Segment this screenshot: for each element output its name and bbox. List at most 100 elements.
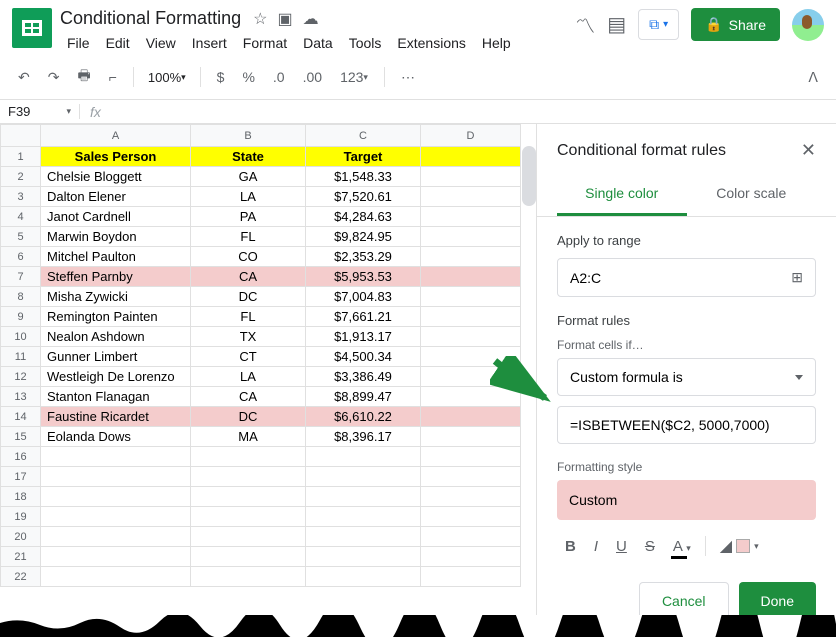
cell[interactable]: $7,661.21 — [306, 307, 421, 327]
row-header-13[interactable]: 13 — [1, 387, 41, 407]
sheets-logo[interactable] — [12, 8, 52, 48]
menu-tools[interactable]: Tools — [342, 31, 389, 55]
cell[interactable] — [421, 367, 521, 387]
formula-input[interactable]: =ISBETWEEN($C2, 5000,7000) — [557, 406, 816, 444]
tab-color-scale[interactable]: Color scale — [687, 173, 817, 216]
cell[interactable] — [421, 467, 521, 487]
cell[interactable] — [191, 507, 306, 527]
cell[interactable]: State — [191, 147, 306, 167]
cell[interactable] — [306, 567, 421, 587]
cell[interactable]: Mitchel Paulton — [41, 247, 191, 267]
cell[interactable] — [421, 187, 521, 207]
cell[interactable] — [306, 547, 421, 567]
cell[interactable] — [421, 207, 521, 227]
cell[interactable] — [41, 507, 191, 527]
cell[interactable] — [421, 447, 521, 467]
cell[interactable] — [41, 447, 191, 467]
cell[interactable]: Target — [306, 147, 421, 167]
cell[interactable] — [421, 287, 521, 307]
cell[interactable] — [421, 567, 521, 587]
cell[interactable]: FL — [191, 307, 306, 327]
cell[interactable]: CA — [191, 387, 306, 407]
present-button[interactable]: ⧉ ▾ — [638, 9, 679, 40]
row-header-2[interactable]: 2 — [1, 167, 41, 187]
cell[interactable]: Westleigh De Lorenzo — [41, 367, 191, 387]
cell[interactable] — [421, 427, 521, 447]
cell[interactable] — [421, 487, 521, 507]
cell[interactable]: Dalton Elener — [41, 187, 191, 207]
cell[interactable]: $6,610.22 — [306, 407, 421, 427]
row-header-16[interactable]: 16 — [1, 447, 41, 467]
cell[interactable]: Gunner Limbert — [41, 347, 191, 367]
bold-button[interactable]: B — [557, 532, 584, 561]
row-header-11[interactable]: 11 — [1, 347, 41, 367]
fill-color-button[interactable]: ◢▾ — [712, 530, 767, 562]
underline-button[interactable]: U — [608, 532, 635, 561]
cell[interactable] — [41, 487, 191, 507]
cell[interactable] — [41, 547, 191, 567]
cell[interactable]: Marwin Boydon — [41, 227, 191, 247]
cell[interactable]: Steffen Parnby — [41, 267, 191, 287]
cell[interactable]: $1,913.17 — [306, 327, 421, 347]
menu-file[interactable]: File — [60, 31, 97, 55]
menu-extensions[interactable]: Extensions — [390, 31, 472, 55]
undo-button[interactable]: ↶ — [12, 65, 36, 90]
row-header-17[interactable]: 17 — [1, 467, 41, 487]
cell[interactable]: $2,353.29 — [306, 247, 421, 267]
menu-format[interactable]: Format — [236, 31, 294, 55]
move-icon[interactable]: ▣ — [277, 9, 292, 29]
cell[interactable]: FL — [191, 227, 306, 247]
more-formats-button[interactable]: 123 ▾ — [334, 65, 374, 89]
row-header-3[interactable]: 3 — [1, 187, 41, 207]
cell[interactable]: CO — [191, 247, 306, 267]
row-header-5[interactable]: 5 — [1, 227, 41, 247]
cell[interactable] — [191, 487, 306, 507]
menu-view[interactable]: View — [139, 31, 183, 55]
cell[interactable] — [421, 247, 521, 267]
cell[interactable] — [421, 307, 521, 327]
cell[interactable] — [306, 527, 421, 547]
name-box[interactable]: F39▾ — [0, 104, 80, 119]
row-header-19[interactable]: 19 — [1, 507, 41, 527]
cell[interactable]: $9,824.95 — [306, 227, 421, 247]
star-icon[interactable]: ☆ — [253, 9, 267, 29]
account-avatar[interactable] — [792, 9, 824, 41]
zoom-select[interactable]: 100% ▾ — [144, 68, 190, 87]
document-title[interactable]: Conditional Formatting — [60, 8, 241, 29]
cell[interactable] — [191, 467, 306, 487]
vertical-scrollbar[interactable] — [522, 146, 536, 206]
cell[interactable]: Eolanda Dows — [41, 427, 191, 447]
cell[interactable] — [421, 147, 521, 167]
row-header-22[interactable]: 22 — [1, 567, 41, 587]
style-preview[interactable]: Custom — [557, 480, 816, 520]
share-button[interactable]: 🔒 Share — [691, 8, 780, 41]
cell[interactable] — [306, 447, 421, 467]
cell[interactable] — [306, 487, 421, 507]
select-all-corner[interactable] — [1, 125, 41, 147]
cell[interactable] — [421, 547, 521, 567]
currency-button[interactable]: $ — [211, 65, 231, 89]
cell[interactable] — [421, 347, 521, 367]
row-header-10[interactable]: 10 — [1, 327, 41, 347]
cell[interactable] — [421, 227, 521, 247]
row-header-21[interactable]: 21 — [1, 547, 41, 567]
more-toolbar-button[interactable]: ⋯ — [395, 65, 421, 90]
comments-icon[interactable]: ▤ — [607, 12, 626, 37]
cell[interactable] — [41, 567, 191, 587]
cell[interactable] — [421, 527, 521, 547]
row-header-8[interactable]: 8 — [1, 287, 41, 307]
text-color-button[interactable]: A ▾ — [665, 532, 699, 561]
col-header-D[interactable]: D — [421, 125, 521, 147]
cell[interactable] — [421, 167, 521, 187]
paint-format-button[interactable]: ⌐ — [103, 65, 123, 89]
cell[interactable]: LA — [191, 367, 306, 387]
row-header-9[interactable]: 9 — [1, 307, 41, 327]
cell[interactable] — [421, 387, 521, 407]
cell[interactable] — [191, 527, 306, 547]
cell[interactable]: Janot Cardnell — [41, 207, 191, 227]
cell[interactable]: Sales Person — [41, 147, 191, 167]
row-header-7[interactable]: 7 — [1, 267, 41, 287]
menu-help[interactable]: Help — [475, 31, 518, 55]
italic-button[interactable]: I — [586, 532, 606, 561]
cell[interactable]: Misha Zywicki — [41, 287, 191, 307]
